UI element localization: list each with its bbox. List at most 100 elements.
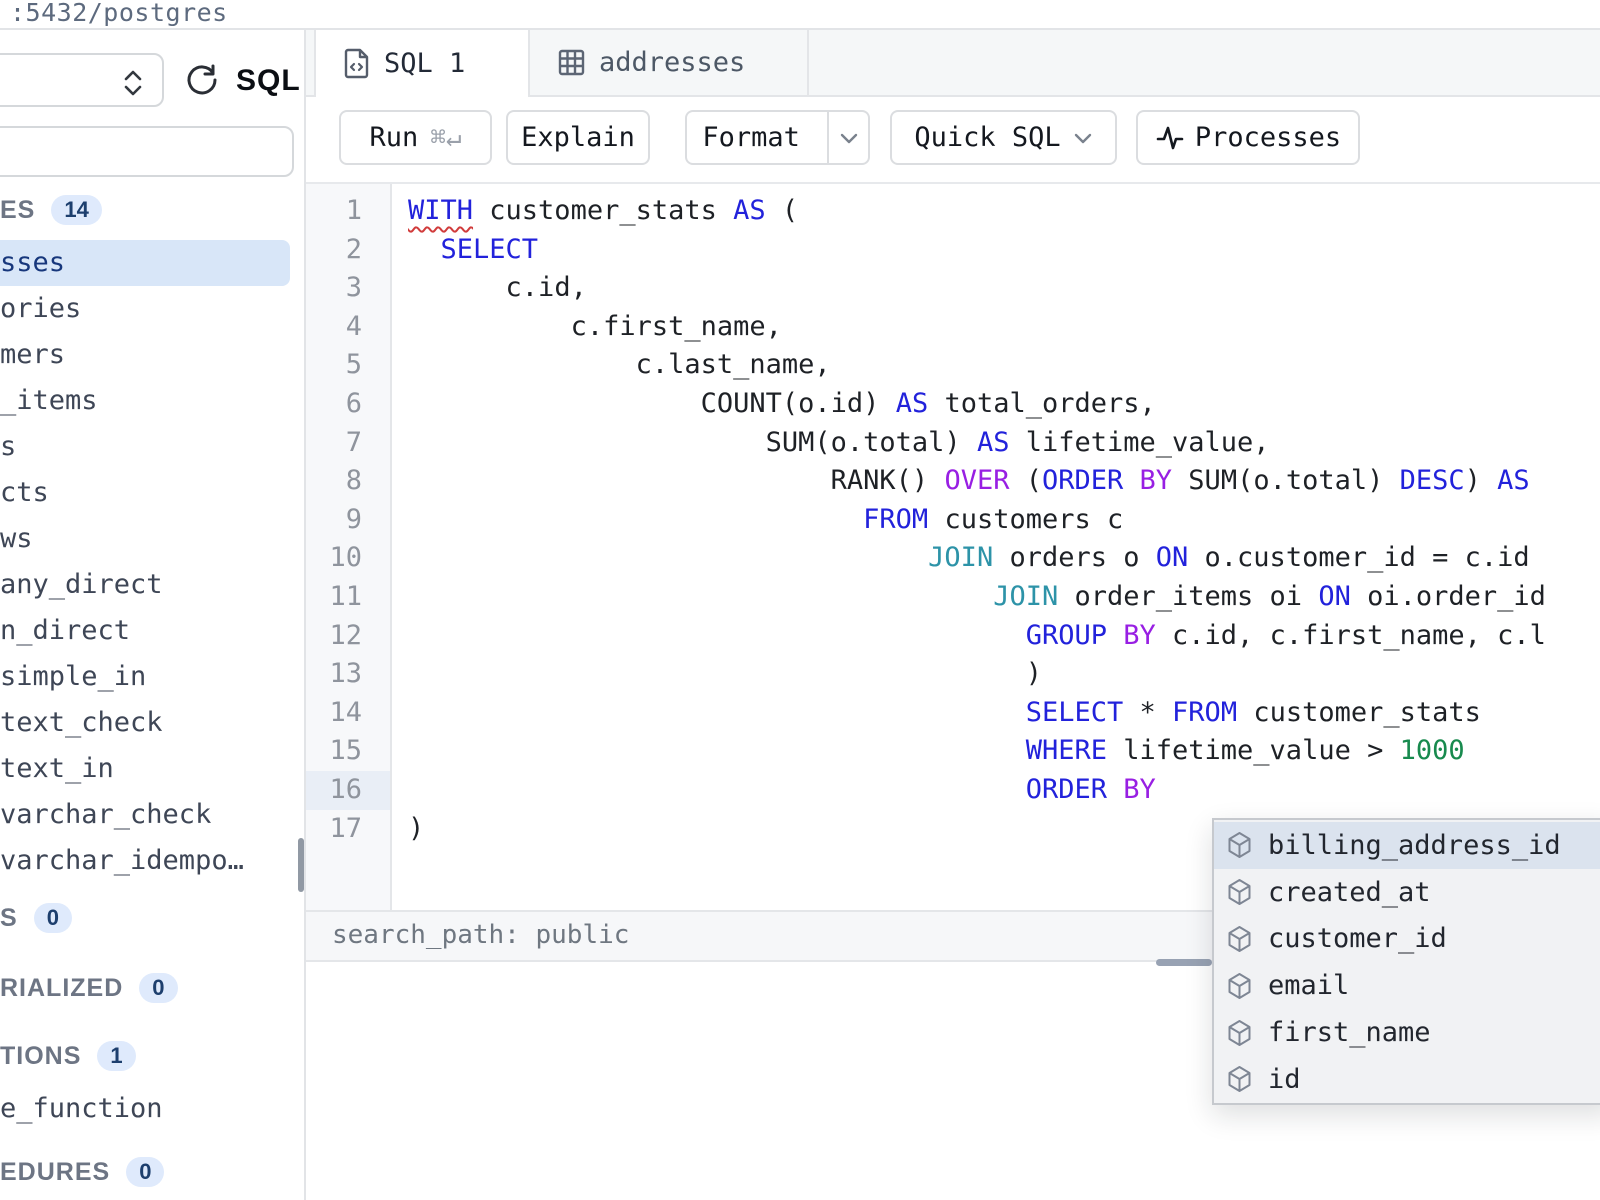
code-line[interactable]: 16 ORDER BY	[306, 771, 1600, 810]
autocomplete-item[interactable]: email	[1214, 962, 1600, 1009]
sidebar: SQL ES 14 ssesoriesmers_itemssctswsany_d…	[0, 30, 306, 1200]
column-cube-icon	[1226, 925, 1253, 953]
code-line[interactable]: 6 COUNT(o.id) AS total_orders,	[306, 385, 1600, 424]
run-button[interactable]: Run ⌘↵	[339, 110, 492, 165]
sidebar-table-item[interactable]: varchar_check	[0, 792, 306, 838]
code-line[interactable]: 2 SELECT	[306, 231, 1600, 270]
engine-label: SQL	[236, 64, 301, 98]
horizontal-scrollbar-thumb[interactable]	[1156, 959, 1212, 966]
code-line[interactable]: 10 JOIN orders o ON o.customer_id = c.id	[306, 539, 1600, 578]
sidebar-table-item[interactable]: simple_in	[0, 654, 306, 700]
line-code: c.last_name,	[390, 346, 831, 385]
autocomplete-item-label: created_at	[1268, 877, 1431, 908]
sidebar-table-item[interactable]: n_direct	[0, 608, 306, 654]
autocomplete-item[interactable]: id	[1214, 1056, 1600, 1103]
sidebar-table-item[interactable]: ws	[0, 516, 306, 562]
sidebar-table-item[interactable]: cts	[0, 470, 306, 516]
line-code: SELECT	[390, 231, 538, 270]
line-number: 14	[306, 694, 390, 733]
column-cube-icon	[1226, 878, 1253, 906]
line-number: 2	[306, 231, 390, 270]
code-line[interactable]: 8 RANK() OVER (ORDER BY SUM(o.total) DES…	[306, 462, 1600, 501]
sidebar-table-item[interactable]: s	[0, 424, 306, 470]
materialized-count-badge: 0	[139, 973, 177, 1003]
autocomplete-item[interactable]: first_name	[1214, 1009, 1600, 1056]
code-line[interactable]: 12 GROUP BY c.id, c.first_name, c.l	[306, 617, 1600, 656]
line-number: 9	[306, 501, 390, 540]
sidebar-table-item[interactable]: _items	[0, 378, 306, 424]
line-code: JOIN orders o ON o.customer_id = c.id	[390, 539, 1530, 578]
tab-addresses[interactable]: addresses	[530, 30, 809, 95]
connection-string: :5432/postgres	[10, 0, 228, 27]
refresh-icon	[185, 63, 219, 97]
column-cube-icon	[1226, 972, 1253, 1000]
autocomplete-item[interactable]: billing_address_id	[1214, 822, 1600, 869]
format-dropdown-toggle[interactable]	[827, 112, 868, 163]
code-line[interactable]: 11 JOIN order_items oi ON oi.order_id	[306, 578, 1600, 617]
sidebar-table-item[interactable]: mers	[0, 332, 306, 378]
table-grid-icon	[558, 49, 585, 76]
line-number: 11	[306, 578, 390, 617]
line-code: )	[390, 655, 1042, 694]
sidebar-search-input[interactable]	[0, 126, 294, 177]
tables-count-badge: 14	[51, 195, 101, 225]
line-code: SELECT * FROM customer_stats	[390, 694, 1481, 733]
line-number: 10	[306, 539, 390, 578]
autocomplete-item-label: first_name	[1268, 1017, 1431, 1048]
refresh-button[interactable]	[183, 62, 221, 100]
autocomplete-item[interactable]: customer_id	[1214, 916, 1600, 963]
sidebar-table-item[interactable]: varchar_idempo…	[0, 838, 306, 884]
tables-list: ssesoriesmers_itemssctswsany_directn_dir…	[0, 240, 306, 884]
code-line[interactable]: 15 WHERE lifetime_value > 1000	[306, 732, 1600, 771]
explain-button[interactable]: Explain	[506, 110, 650, 165]
materialized-section-header[interactable]: RIALIZED 0	[0, 974, 306, 1002]
procedures-section-header[interactable]: EDURES 0	[0, 1158, 306, 1186]
views-section-header[interactable]: S 0	[0, 904, 306, 932]
sql-editor[interactable]: 1WITH customer_stats AS (2 SELECT3 c.id,…	[306, 182, 1600, 910]
line-code: ORDER BY	[390, 771, 1156, 810]
functions-section-header[interactable]: TIONS 1	[0, 1042, 306, 1070]
processes-button[interactable]: Processes	[1136, 110, 1360, 165]
autocomplete-item[interactable]: created_at	[1214, 869, 1600, 916]
search-path-label: search_path: public	[332, 920, 629, 950]
format-button[interactable]: Format	[685, 110, 870, 165]
autocomplete-item-label: customer_id	[1268, 923, 1447, 954]
line-number: 8	[306, 462, 390, 501]
code-line[interactable]: 9 FROM customers c	[306, 501, 1600, 540]
line-number: 16	[306, 771, 390, 810]
line-code: )	[390, 810, 424, 849]
sidebar-table-item[interactable]: any_direct	[0, 562, 306, 608]
line-number: 7	[306, 424, 390, 463]
sidebar-table-item[interactable]: text_check	[0, 700, 306, 746]
tables-section-header[interactable]: ES 14	[0, 196, 306, 224]
sidebar-table-item[interactable]: ories	[0, 286, 306, 332]
line-code: WITH customer_stats AS (	[390, 192, 798, 231]
window-titlebar: :5432/postgres	[0, 0, 1600, 30]
column-cube-icon	[1226, 1019, 1253, 1047]
quick-sql-button[interactable]: Quick SQL	[890, 110, 1117, 165]
tab-label: SQL 1	[384, 48, 465, 79]
tab-label: addresses	[599, 47, 745, 78]
line-number: 3	[306, 269, 390, 308]
line-code: JOIN order_items oi ON oi.order_id	[390, 578, 1546, 617]
sidebar-table-item[interactable]: text_in	[0, 746, 306, 792]
code-line[interactable]: 14 SELECT * FROM customer_stats	[306, 694, 1600, 733]
code-line[interactable]: 4 c.first_name,	[306, 308, 1600, 347]
code-line[interactable]: 7 SUM(o.total) AS lifetime_value,	[306, 424, 1600, 463]
functions-list: e_function	[0, 1086, 306, 1132]
line-number: 1	[306, 192, 390, 231]
line-code: WHERE lifetime_value > 1000	[390, 732, 1465, 771]
sidebar-table-item[interactable]: sses	[0, 240, 290, 286]
column-cube-icon	[1226, 831, 1253, 859]
code-line[interactable]: 3 c.id,	[306, 269, 1600, 308]
chevron-down-icon	[839, 132, 859, 144]
chevron-up-down-icon	[116, 66, 150, 100]
code-line[interactable]: 5 c.last_name,	[306, 346, 1600, 385]
line-code: SUM(o.total) AS lifetime_value,	[390, 424, 1270, 463]
code-line[interactable]: 1WITH customer_stats AS (	[306, 192, 1600, 231]
database-switcher[interactable]	[0, 53, 164, 107]
sidebar-function-item[interactable]: e_function	[0, 1086, 306, 1132]
line-number: 5	[306, 346, 390, 385]
code-line[interactable]: 13 )	[306, 655, 1600, 694]
tab-sql-1[interactable]: SQL 1	[314, 30, 530, 97]
